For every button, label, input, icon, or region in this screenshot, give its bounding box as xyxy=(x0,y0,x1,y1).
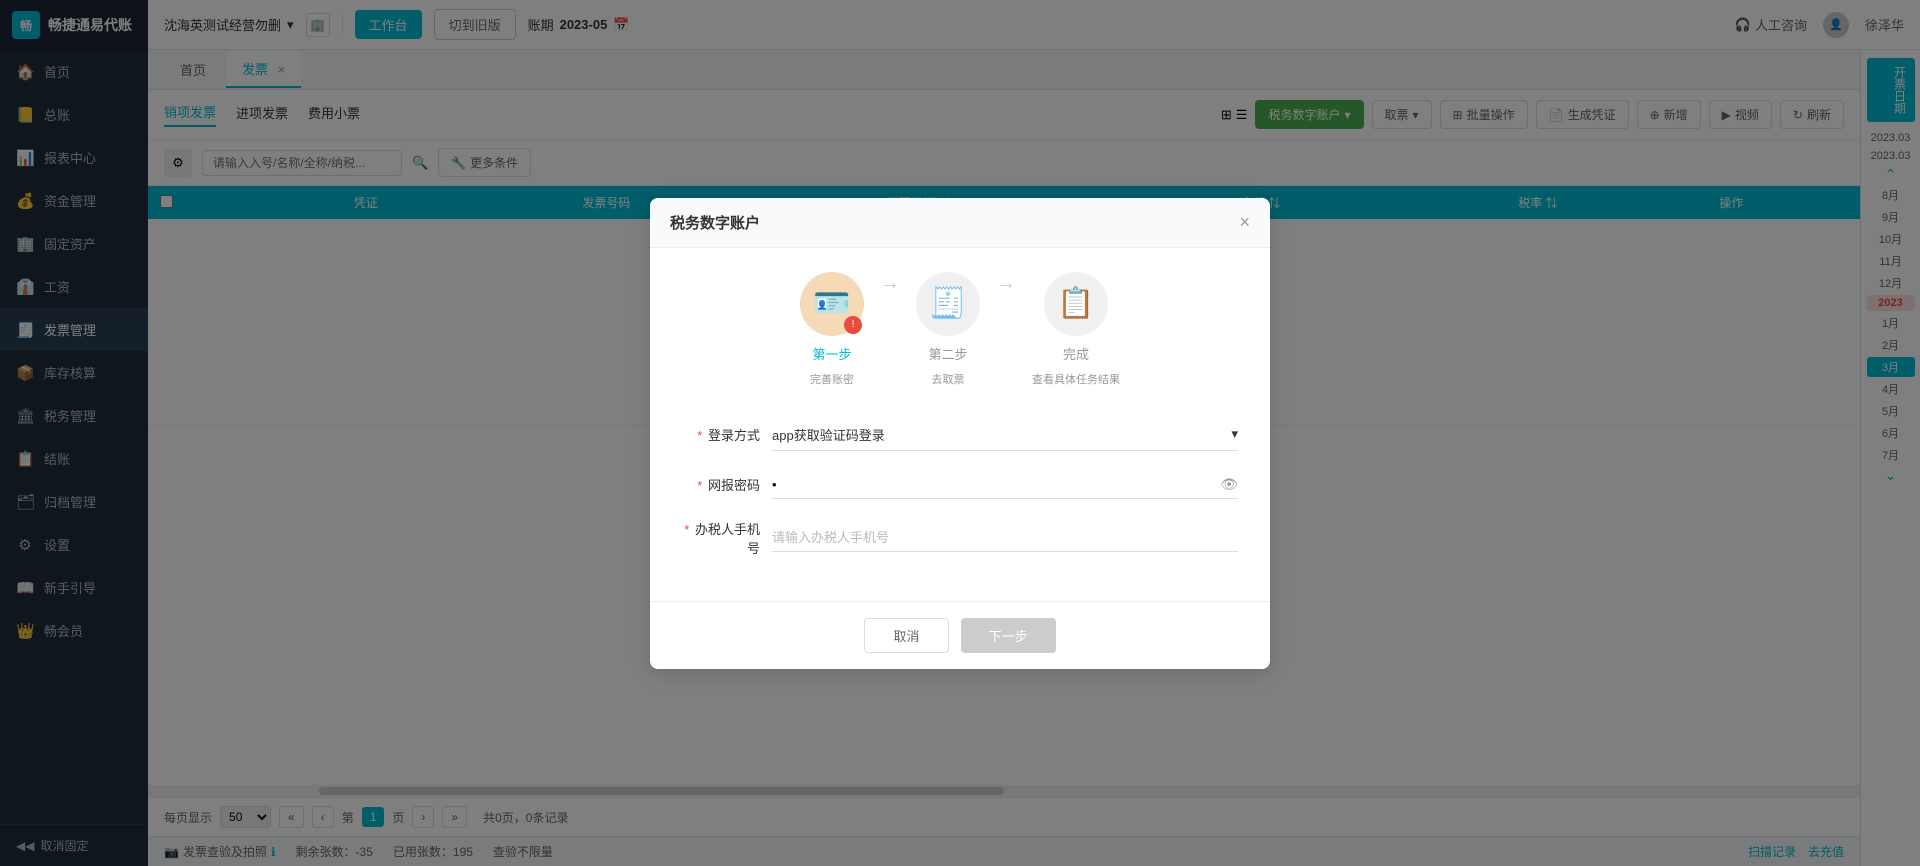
dialog-title: 税务数字账户 xyxy=(670,212,760,233)
phone-label: * 办税人手机号 xyxy=(682,519,772,557)
step-1-desc: 完善账密 xyxy=(810,371,854,387)
password-control: 👁 xyxy=(772,471,1238,499)
login-method-group: * 登录方式 app获取验证码登录 ▾ xyxy=(682,419,1238,451)
password-label: * 网报密码 xyxy=(682,475,772,494)
chevron-down-icon: ▾ xyxy=(1231,426,1238,442)
clipboard-icon: 📋 xyxy=(1057,286,1094,321)
step-3-desc: 查看具体任务结果 xyxy=(1032,371,1120,387)
step-3: 📋 完成 查看具体任务结果 xyxy=(1032,272,1120,387)
phone-control xyxy=(772,524,1238,552)
phone-input[interactable] xyxy=(772,524,1238,552)
receipt-icon: 🧾 xyxy=(929,286,966,321)
dialog-overlay: 税务数字账户 × 🪪 ! 第一步 完善账密 → xyxy=(0,0,1920,866)
dialog-footer: 取消 下一步 xyxy=(650,601,1270,669)
step-2-label: 第二步 xyxy=(928,344,967,363)
step-1-badge: ! xyxy=(844,316,862,334)
step-3-icon: 📋 xyxy=(1044,272,1108,336)
login-method-control: app获取验证码登录 ▾ xyxy=(772,419,1238,451)
step-1-label: 第一步 xyxy=(812,344,851,363)
step-arrow-1: → xyxy=(864,272,916,325)
required-asterisk-2: * xyxy=(697,478,702,493)
dialog-body: 🪪 ! 第一步 完善账密 → 🧾 第二步 去取票 → xyxy=(650,248,1270,601)
required-asterisk: * xyxy=(697,428,702,443)
step-arrow-2: → xyxy=(980,272,1032,325)
step-3-label: 完成 xyxy=(1063,344,1089,363)
phone-group: * 办税人手机号 xyxy=(682,519,1238,557)
login-method-label: * 登录方式 xyxy=(682,425,772,444)
id-card-icon: 🪪 xyxy=(813,286,850,321)
cancel-button[interactable]: 取消 xyxy=(864,618,948,653)
step-2: 🧾 第二步 去取票 xyxy=(916,272,980,387)
steps-indicator: 🪪 ! 第一步 完善账密 → 🧾 第二步 去取票 → xyxy=(682,272,1238,387)
step-2-desc: 去取票 xyxy=(932,371,965,387)
step-1-icon: 🪪 ! xyxy=(800,272,864,336)
password-group: * 网报密码 👁 xyxy=(682,471,1238,499)
login-method-select[interactable]: app获取验证码登录 ▾ xyxy=(772,419,1238,451)
next-button[interactable]: 下一步 xyxy=(961,618,1056,653)
required-asterisk-3: * xyxy=(684,522,689,537)
dialog-close-button[interactable]: × xyxy=(1239,212,1250,233)
password-input[interactable] xyxy=(772,471,1220,498)
dialog-header: 税务数字账户 × xyxy=(650,198,1270,248)
step-1: 🪪 ! 第一步 完善账密 xyxy=(800,272,864,387)
step-2-icon: 🧾 xyxy=(916,272,980,336)
eye-toggle-icon[interactable]: 👁 xyxy=(1220,476,1238,493)
tax-digital-dialog: 税务数字账户 × 🪪 ! 第一步 完善账密 → xyxy=(650,198,1270,669)
password-input-wrapper: 👁 xyxy=(772,471,1238,499)
login-method-value: app获取验证码登录 xyxy=(772,425,885,444)
